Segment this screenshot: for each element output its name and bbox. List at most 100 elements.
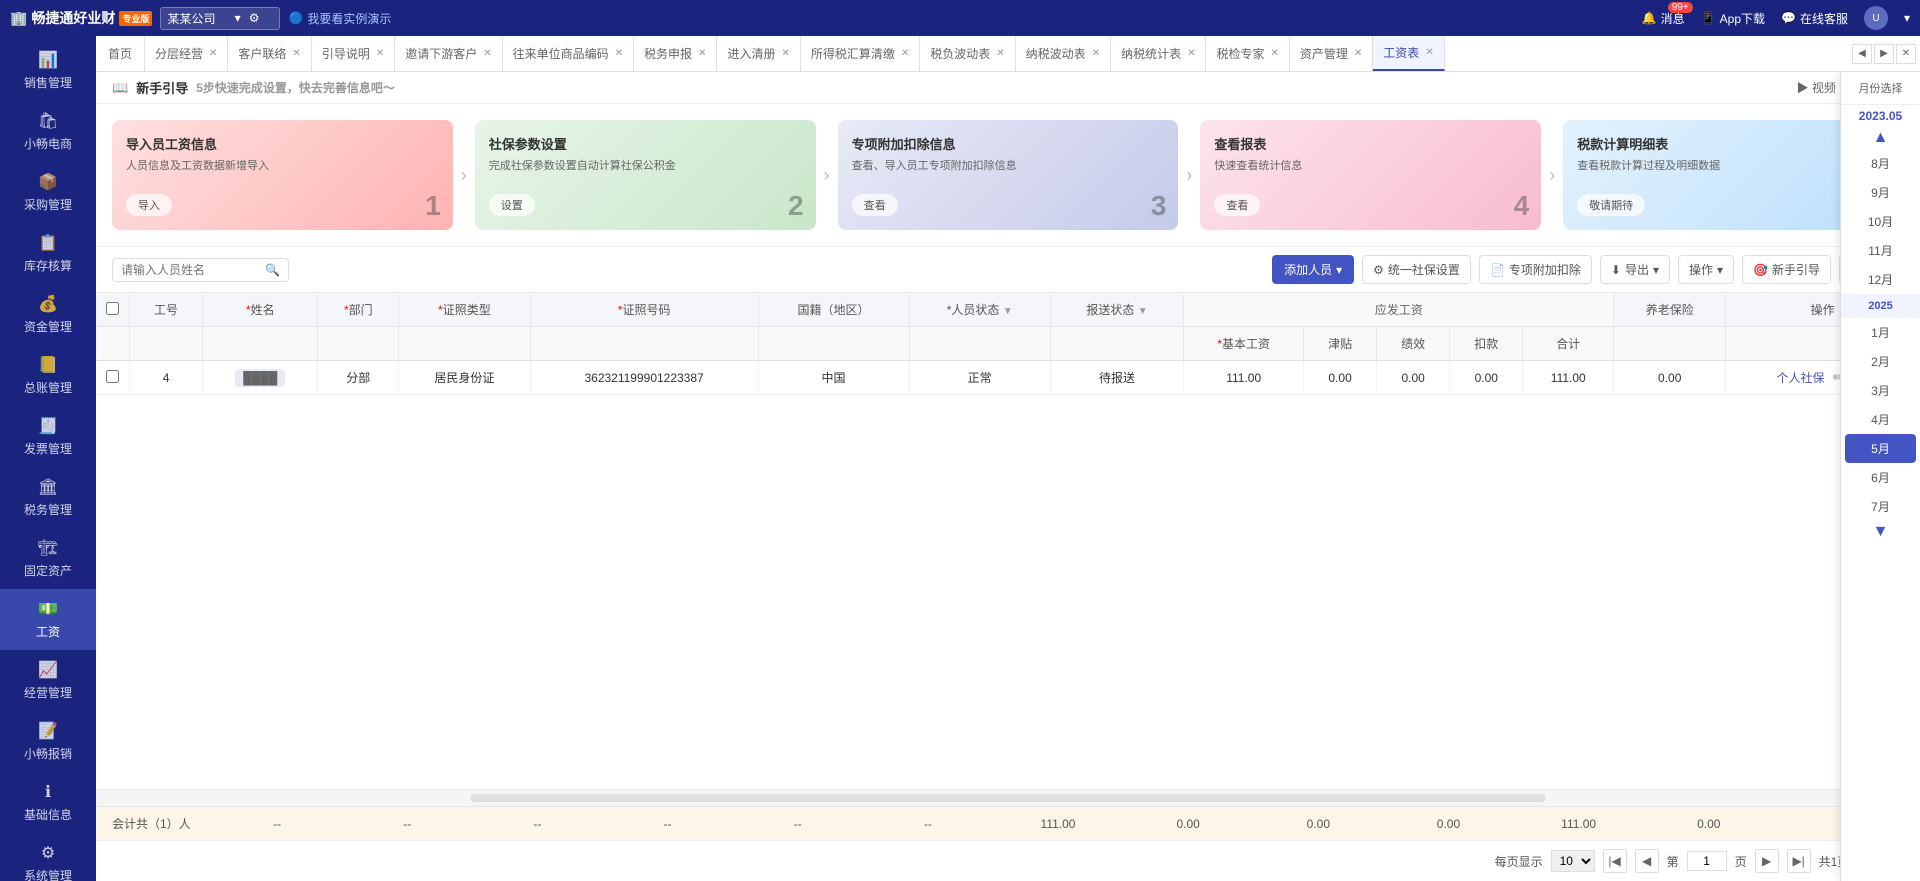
tab-close-icon[interactable]: ✕ — [483, 48, 491, 59]
row-checkbox[interactable] — [106, 370, 119, 383]
sidebar-item-purchase[interactable]: 📦 采购管理 — [0, 162, 96, 223]
tab-close-icon[interactable]: ✕ — [1271, 48, 1279, 59]
sidebar-item-operations[interactable]: 📈 经营管理 — [0, 650, 96, 711]
tab-close-icon[interactable]: ✕ — [901, 48, 909, 59]
company-selector[interactable]: 某某公司 ▾ ⚙ — [160, 7, 280, 30]
tab-payroll[interactable]: 工资表 ✕ — [1373, 36, 1444, 71]
month-item-9[interactable]: 9月 — [1841, 178, 1920, 207]
page-prev-button[interactable]: ◀ — [1635, 849, 1659, 873]
export-button[interactable]: ⬇ 导出 ▾ — [1600, 255, 1670, 284]
sidebar-item-ecommerce[interactable]: 🛍 小畅电商 — [0, 101, 96, 162]
month-nav-down[interactable]: ▼ — [1871, 521, 1891, 543]
cell-name: ████ — [203, 361, 318, 395]
settings-icon[interactable]: ⚙ — [249, 11, 260, 25]
tab-tax-stats[interactable]: 纳税统计表 ✕ — [1111, 36, 1206, 71]
tab-assets-management[interactable]: 资产管理 ✕ — [1290, 36, 1373, 71]
page-number-input[interactable] — [1687, 851, 1727, 871]
month-item-3[interactable]: 3月 — [1841, 376, 1920, 405]
month-item-7[interactable]: 7月 — [1841, 492, 1920, 521]
tab-invite-downstream[interactable]: 邀请下游客户 ✕ — [395, 36, 502, 71]
report-filter-icon[interactable]: ▼ — [1138, 306, 1148, 317]
tab-next-button[interactable]: ▶ — [1874, 44, 1894, 64]
tab-clearance[interactable]: 进入清册 ✕ — [717, 36, 800, 71]
month-item-2[interactable]: 2月 — [1841, 347, 1920, 376]
tab-close-all-button[interactable]: ✕ — [1896, 44, 1916, 64]
sidebar-item-basic-info[interactable]: ℹ 基础信息 — [0, 772, 96, 833]
personal-social-security-link[interactable]: 个人社保 — [1777, 371, 1825, 385]
month-item-1[interactable]: 1月 — [1841, 318, 1920, 347]
tab-close-icon[interactable]: ✕ — [1425, 47, 1433, 58]
tab-income-tax[interactable]: 所得税汇算清缴 ✕ — [801, 36, 920, 71]
extra-deduction-button[interactable]: 📄 专项附加扣除 — [1479, 255, 1592, 284]
month-item-12[interactable]: 12月 — [1841, 265, 1920, 294]
app-download-button[interactable]: 📱 App下载 — [1701, 10, 1765, 27]
video-link[interactable]: ▶ 视频 — [1797, 79, 1836, 96]
sidebar-item-tax[interactable]: 🏛 税务管理 — [0, 467, 96, 528]
tab-tax-filing[interactable]: 税务申报 ✕ — [634, 36, 717, 71]
tab-tax-fluctuation[interactable]: 纳税波动表 ✕ — [1016, 36, 1111, 71]
sidebar-item-sales[interactable]: 📊 销售管理 — [0, 40, 96, 101]
step-3-button[interactable]: 查看 — [852, 194, 898, 216]
step-1-button[interactable]: 导入 — [126, 194, 172, 216]
user-avatar[interactable]: U — [1864, 6, 1888, 30]
online-service-button[interactable]: 💬 在线客服 — [1781, 10, 1848, 27]
sidebar-item-payroll[interactable]: 💵 工资 — [0, 589, 96, 650]
search-input[interactable] — [121, 263, 261, 277]
step-5-button[interactable]: 敬请期待 — [1577, 194, 1645, 216]
page-last-button[interactable]: ▶| — [1787, 849, 1811, 873]
month-item-10[interactable]: 10月 — [1841, 207, 1920, 236]
messages-button[interactable]: 🔔 消息 99+ — [1642, 10, 1685, 27]
month-item-4[interactable]: 4月 — [1841, 405, 1920, 434]
tab-close-icon[interactable]: ✕ — [781, 48, 789, 59]
tab-close-icon[interactable]: ✕ — [292, 48, 300, 59]
demo-link[interactable]: 🔵 我要看实例演示 — [288, 10, 391, 27]
sidebar-item-assets[interactable]: 🏗 固定资产 — [0, 528, 96, 589]
tab-close-icon[interactable]: ✕ — [209, 48, 217, 59]
page-next-button[interactable]: ▶ — [1755, 849, 1779, 873]
tab-tax-expert[interactable]: 税检专家 ✕ — [1206, 36, 1289, 71]
sidebar-item-invoice[interactable]: 🧾 发票管理 — [0, 406, 96, 467]
tab-home[interactable]: 首页 — [96, 36, 145, 71]
sidebar-item-expense[interactable]: 📝 小畅报销 — [0, 711, 96, 772]
unified-settings-button[interactable]: ⚙ 统一社保设置 — [1362, 255, 1471, 284]
tab-tax-burden[interactable]: 税负波动表 ✕ — [920, 36, 1015, 71]
operations-button[interactable]: 操作 ▾ — [1678, 255, 1734, 284]
tab-close-icon[interactable]: ✕ — [698, 48, 706, 59]
sidebar-item-system[interactable]: ⚙ 系统管理 — [0, 833, 96, 881]
sidebar-item-ledger[interactable]: 📒 总账管理 — [0, 345, 96, 406]
month-item-5[interactable]: 5月 — [1845, 434, 1916, 463]
per-page-select[interactable]: 10 20 50 — [1551, 850, 1595, 872]
tab-guide[interactable]: 引导说明 ✕ — [312, 36, 395, 71]
month-item-8[interactable]: 8月 — [1841, 149, 1920, 178]
step-2-button[interactable]: 设置 — [489, 194, 535, 216]
page-first-button[interactable]: |◀ — [1603, 849, 1627, 873]
cell-id-type: 居民身份证 — [399, 361, 531, 395]
tab-close-icon[interactable]: ✕ — [615, 48, 623, 59]
month-nav-up[interactable]: ▲ — [1871, 127, 1891, 149]
horizontal-scrollbar[interactable] — [470, 794, 1545, 802]
user-menu-icon[interactable]: ▾ — [1904, 11, 1910, 25]
tab-layered-management[interactable]: 分层经营 ✕ — [145, 36, 228, 71]
sidebar-item-inventory[interactable]: 📋 库存核算 — [0, 223, 96, 284]
tab-close-icon[interactable]: ✕ — [1092, 48, 1100, 59]
tab-close-icon[interactable]: ✕ — [376, 48, 384, 59]
chevron-down-icon: ▾ — [1336, 263, 1342, 277]
toolbar-left: 🔍 — [112, 258, 289, 282]
tab-prev-button[interactable]: ◀ — [1852, 44, 1872, 64]
purchase-icon: 📦 — [38, 172, 58, 192]
month-item-11[interactable]: 11月 — [1841, 236, 1920, 265]
tab-customer-contact[interactable]: 客户联络 ✕ — [228, 36, 311, 71]
tab-partner-codes[interactable]: 往来单位商品编码 ✕ — [503, 36, 634, 71]
add-employee-button[interactable]: 添加人员 ▾ — [1272, 255, 1354, 284]
search-icon[interactable]: 🔍 — [265, 263, 280, 277]
month-item-6[interactable]: 6月 — [1841, 463, 1920, 492]
newbie-guide-button[interactable]: 🎯 新手引导 — [1742, 255, 1831, 284]
sidebar-item-finance[interactable]: 💰 资金管理 — [0, 284, 96, 345]
step-4-button[interactable]: 查看 — [1214, 194, 1260, 216]
status-filter-icon[interactable]: ▼ — [1003, 306, 1013, 317]
tab-close-icon[interactable]: ✕ — [996, 48, 1004, 59]
ecommerce-icon: 🛍 — [38, 111, 58, 131]
select-all-checkbox[interactable] — [106, 302, 119, 315]
tab-close-icon[interactable]: ✕ — [1354, 48, 1362, 59]
tab-close-icon[interactable]: ✕ — [1187, 48, 1195, 59]
